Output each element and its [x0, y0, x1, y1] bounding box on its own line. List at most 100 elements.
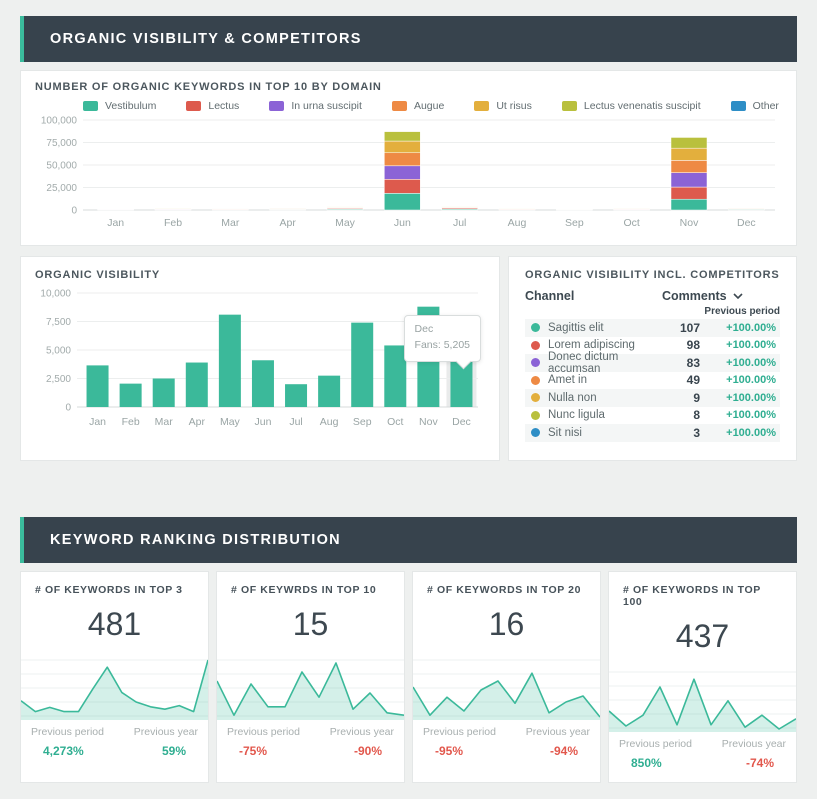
previous-period-change: +100.00%	[700, 374, 776, 386]
comments-value: 83	[666, 356, 700, 370]
previous-period-change: +100.00%	[700, 357, 776, 369]
legend-swatch-icon	[83, 101, 98, 111]
legend-swatch-icon	[474, 101, 489, 111]
bar	[153, 379, 175, 408]
table-row: Nunc ligula8+100.00%	[525, 407, 780, 425]
x-axis-month-label: Sep	[353, 416, 372, 428]
x-axis-month-label: Mar	[221, 217, 240, 229]
x-axis-month-label: Jan	[107, 217, 124, 229]
kpi-card: # OF KEYWORDS IN TOP 3 481 Previous period…	[20, 571, 209, 783]
kpi-footer-values: 4,273%59%	[21, 738, 208, 758]
previous-year-label: Previous year	[526, 726, 590, 738]
legend-swatch-icon	[562, 101, 577, 111]
legend-item: Augue	[392, 100, 444, 112]
charts-row: ORGANIC VISIBILITY 02,5005,0007,50010,00…	[20, 256, 797, 461]
bar-segment	[384, 179, 420, 193]
channel-color-dot-icon	[531, 428, 540, 437]
table-row: Nulla non9+100.00%	[525, 389, 780, 407]
kpi-card-title: # OF KEYWORDS IN TOP 3	[21, 584, 208, 596]
y-axis-tick-label: 75,000	[46, 138, 77, 149]
channel-color-dot-icon	[531, 411, 540, 420]
x-axis-month-label: Sep	[565, 217, 584, 229]
legend-swatch-icon	[392, 101, 407, 111]
table-title: ORGANIC VISIBILITY INCL. COMPETITORS	[525, 269, 780, 281]
y-axis-tick-label: 2,500	[46, 374, 71, 385]
sparkline-chart	[217, 656, 404, 722]
legend-label: Augue	[414, 100, 444, 112]
kpi-footer-labels: Previous periodPrevious year	[413, 722, 600, 738]
legend-label: Vestibulum	[105, 100, 156, 112]
legend-item: Lectus venenatis suscipit	[562, 100, 701, 112]
panel-competitors-table: ORGANIC VISIBILITY INCL. COMPETITORS Cha…	[508, 256, 797, 461]
bar-segment	[671, 148, 707, 160]
x-axis-month-label: May	[220, 416, 241, 428]
legend-item: In urna suscipit	[269, 100, 362, 112]
previous-period-label: Previous period	[31, 726, 104, 738]
sparkline-chart	[609, 668, 796, 734]
channel-name: Amet in	[548, 374, 666, 386]
comments-sort-header[interactable]: Comments	[662, 289, 780, 303]
x-axis-month-label: Dec	[452, 416, 471, 428]
kpi-footer-labels: Previous period Previous year	[21, 722, 208, 738]
x-axis-month-label: Nov	[680, 217, 699, 229]
bar	[120, 384, 142, 407]
previous-year-label: Previous year	[134, 726, 198, 738]
bar	[186, 363, 208, 407]
x-axis-month-label: Apr	[279, 217, 296, 229]
legend-label: Ut risus	[496, 100, 532, 112]
kpi-value: 16	[413, 606, 600, 642]
bar	[219, 315, 241, 407]
table-row: Sit nisi3+100.00%	[525, 424, 780, 442]
channel-color-dot-icon	[531, 376, 540, 385]
x-axis-month-label: Mar	[155, 416, 174, 428]
bar-segment	[671, 199, 707, 210]
previous-period-change: +100.00%	[700, 339, 776, 351]
bar-segment	[384, 193, 420, 210]
legend-swatch-icon	[186, 101, 201, 111]
x-axis-month-label: Jun	[394, 217, 411, 229]
kpi-value: 481	[21, 606, 208, 642]
bar-segment	[671, 173, 707, 187]
bar	[351, 323, 373, 407]
table-header: Channel Comments	[525, 289, 780, 303]
comments-value: 107	[666, 321, 700, 335]
y-axis-tick-label: 5,000	[46, 346, 71, 357]
previous-period-label: Previous period	[227, 726, 300, 738]
x-axis-month-label: Dec	[737, 217, 756, 229]
kpi-footer-labels: Previous period Previous year	[217, 722, 404, 738]
channel-color-dot-icon	[531, 341, 540, 350]
previous-period-value: -95%	[435, 744, 463, 758]
y-axis-tick-label: 10,000	[40, 289, 71, 300]
legend-label: Lectus	[208, 100, 239, 112]
kpi-card: # OF KEYWRDS IN TOP 1015Previous periodP…	[216, 571, 405, 783]
bar	[384, 345, 406, 407]
kpi-footer-labels: Previous periodPrevious year	[609, 734, 796, 750]
seo-dashboard: ORGANIC VISIBILITY & COMPETITORS NUMBER …	[0, 0, 817, 799]
channel-name: Nulla non	[548, 392, 666, 404]
section-title: ORGANIC VISIBILITY & COMPETITORS	[50, 31, 362, 47]
channel-color-dot-icon	[531, 358, 540, 367]
y-axis-tick-label: 25,000	[46, 183, 77, 194]
stacked-bar-chart: 025,00050,00075,000100,000JanFebMarAprMa…	[35, 114, 780, 234]
kpi-card: # OF KEYWORDS IN TOP 2016Previous period…	[412, 571, 601, 783]
legend-item: Lectus	[186, 100, 239, 112]
comments-value: 3	[666, 426, 700, 440]
table-row: Donec dictum accumsan83+100.00%	[525, 354, 780, 372]
x-axis-month-label: Feb	[122, 416, 140, 428]
bar	[252, 360, 274, 407]
channel-color-dot-icon	[531, 393, 540, 402]
x-axis-month-label: Jun	[254, 416, 271, 428]
x-axis-month-label: Jan	[89, 416, 106, 428]
x-axis-month-label: Apr	[189, 416, 206, 428]
previous-period-value: 4,273%	[43, 744, 84, 758]
section-header-organic-visibility: ORGANIC VISIBILITY & COMPETITORS	[20, 16, 797, 62]
previous-year-label: Previous year	[330, 726, 394, 738]
previous-year-value: -94%	[550, 744, 578, 758]
legend-item: Vestibulum	[83, 100, 156, 112]
section-header-keyword-ranking: KEYWORD RANKING DISTRIBUTION	[20, 517, 797, 563]
channel-name: Lorem adipiscing	[548, 339, 666, 351]
previous-year-value: -74%	[746, 756, 774, 770]
visibility-bar-chart: 02,5005,0007,50010,000JanFebMarAprMayJun…	[35, 285, 485, 443]
comments-value: 9	[666, 391, 700, 405]
previous-period-change: +100.00%	[700, 409, 776, 421]
